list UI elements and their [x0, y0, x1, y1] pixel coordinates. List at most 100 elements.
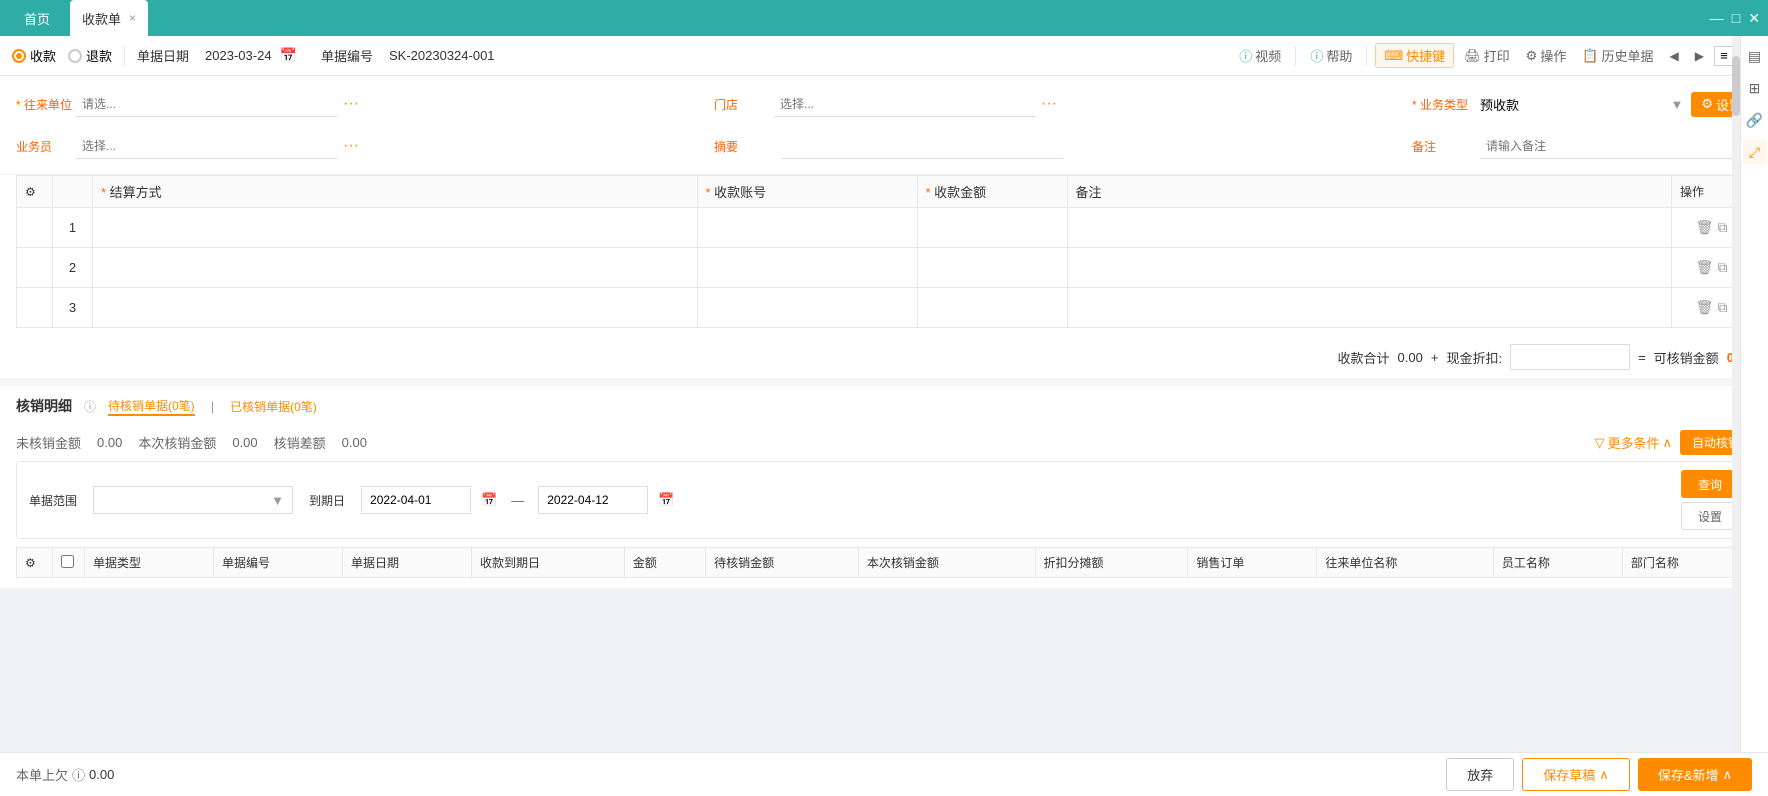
footer-info-icon[interactable]: ⓘ — [72, 765, 85, 784]
row-amount-3[interactable] — [917, 288, 1067, 328]
radio-shoukuan[interactable]: 收款 — [12, 46, 56, 65]
select-all-checkbox[interactable] — [61, 555, 74, 568]
maximize-btn[interactable]: □ — [1732, 10, 1740, 27]
current-label: 本次核销金额 — [138, 433, 216, 452]
sales-field: 业务员 ··· — [16, 133, 365, 159]
row-remark-3[interactable] — [1067, 288, 1672, 328]
scrollbar-track[interactable] — [1732, 36, 1740, 752]
store-input[interactable] — [774, 91, 1035, 117]
date-picker-icon[interactable]: 📅 — [280, 47, 297, 64]
account-input-3[interactable] — [698, 288, 917, 327]
calendar-from-icon[interactable]: 📅 — [481, 492, 497, 508]
row-seq-2: 2 — [53, 248, 93, 288]
divider-1 — [124, 46, 125, 66]
nav-left-btn[interactable]: ◀ — [1664, 47, 1685, 65]
sidebar-icon-2[interactable]: ⊞ — [1743, 76, 1767, 100]
summary-input[interactable] — [782, 133, 1063, 159]
minimize-btn[interactable]: — — [1710, 10, 1724, 27]
hexiao-info-icon[interactable]: ⓘ — [84, 398, 96, 415]
col-settings[interactable]: ⚙ — [17, 176, 53, 208]
video-btn[interactable]: ⓘ 视频 — [1233, 44, 1287, 67]
delete-btn-3[interactable]: 🗑 — [1696, 299, 1714, 316]
row-remark-2[interactable] — [1067, 248, 1672, 288]
remark-input-2[interactable] — [1068, 248, 1672, 287]
save-draft-btn[interactable]: 保存草稿 ∧ — [1522, 758, 1630, 791]
counterparty-more-btn[interactable]: ··· — [337, 95, 365, 113]
remark-label: 备注 — [1412, 138, 1472, 155]
discount-input[interactable] — [1510, 344, 1630, 370]
account-input-1[interactable] — [698, 208, 917, 247]
bottom-col-amount: 金额 — [624, 548, 705, 578]
tab-active[interactable]: 收款单 × — [70, 0, 148, 36]
tab-close-btn[interactable]: × — [129, 11, 136, 25]
store-more-btn[interactable]: ··· — [1035, 95, 1063, 113]
view-list-btn[interactable]: ≡ — [1714, 46, 1734, 66]
copy-btn-1[interactable]: ⧉ — [1717, 219, 1727, 236]
more-conditions-btn[interactable]: ▽ 更多条件 ∧ — [1594, 433, 1672, 452]
delete-btn-1[interactable]: 🗑 — [1696, 219, 1714, 236]
biz-type-arrow[interactable]: ▼ — [1670, 97, 1683, 112]
row-remark-1[interactable] — [1067, 208, 1672, 248]
remark-input[interactable] — [1480, 133, 1752, 159]
delete-btn-2[interactable]: 🗑 — [1696, 259, 1714, 276]
save-new-btn[interactable]: 保存&新增 ∧ — [1638, 758, 1752, 791]
calendar-to-icon[interactable]: 📅 — [658, 492, 674, 508]
print-label: 打印 — [1484, 46, 1510, 65]
abandon-btn[interactable]: 放弃 — [1446, 758, 1514, 791]
scrollbar-thumb[interactable] — [1732, 56, 1740, 116]
video-label: 视频 — [1255, 46, 1281, 65]
bottom-col-settings[interactable]: ⚙ — [17, 548, 53, 578]
account-input-2[interactable] — [698, 248, 917, 287]
amount-input-1[interactable] — [918, 208, 1067, 247]
bottom-col-number: 单据编号 — [213, 548, 342, 578]
row-expand — [17, 248, 53, 288]
print-btn[interactable]: 🖨 打印 — [1458, 44, 1516, 67]
settlement-input-2[interactable] — [93, 248, 697, 287]
row-amount-2[interactable] — [917, 248, 1067, 288]
copy-btn-2[interactable]: ⧉ — [1717, 259, 1727, 276]
amount-input-2[interactable] — [918, 248, 1067, 287]
row-account-1[interactable] — [697, 208, 917, 248]
bottom-col-checkbox[interactable] — [53, 548, 85, 578]
history-btn[interactable]: 📋 历史单据 — [1576, 44, 1659, 67]
sidebar-icon-1[interactable]: ▤ — [1743, 44, 1767, 68]
settlement-input-3[interactable] — [93, 288, 697, 327]
sidebar-icon-4[interactable]: ⤢ — [1743, 140, 1767, 164]
nav-right-btn[interactable]: ▶ — [1689, 47, 1710, 65]
chevron-up-icon: ∧ — [1662, 435, 1672, 451]
sales-more-btn[interactable]: ··· — [337, 137, 365, 155]
operate-btn[interactable]: ⚙ 操作 — [1520, 44, 1573, 67]
amount-input-3[interactable] — [918, 288, 1067, 327]
remark-input-3[interactable] — [1068, 288, 1672, 327]
radio-tuikuan[interactable]: 退款 — [68, 46, 112, 65]
hexiao-settings-btn[interactable]: 设置 — [1681, 502, 1739, 530]
sidebar-icon-3[interactable]: 🔗 — [1743, 108, 1767, 132]
settlement-input-1[interactable] — [93, 208, 697, 247]
hexiao-tab-pending[interactable]: 待核销单据(0笔) — [108, 397, 195, 416]
range-select[interactable]: ▼ — [93, 486, 293, 514]
tab-home[interactable]: 首页 — [8, 0, 66, 36]
counterparty-input[interactable] — [76, 91, 337, 117]
main-table: ⚙ 结算方式 收款账号 收款金额 备注 操作 1 — [16, 175, 1752, 328]
row-settlement-1[interactable] — [93, 208, 698, 248]
footer: 本单上欠 ⓘ 0.00 放弃 保存草稿 ∧ 保存&新增 ∧ — [0, 752, 1768, 796]
help-btn[interactable]: ⓘ 帮助 — [1304, 44, 1358, 67]
row-account-3[interactable] — [697, 288, 917, 328]
sales-input[interactable] — [76, 133, 337, 159]
close-btn[interactable]: ✕ — [1748, 10, 1760, 27]
hexiao-tab-done[interactable]: 已核销单据(0笔) — [230, 398, 317, 415]
remark-input-1[interactable] — [1068, 208, 1672, 247]
due-from-input[interactable] — [361, 486, 471, 514]
row-settlement-3[interactable] — [93, 288, 698, 328]
shortcut-btn[interactable]: ⌨ 快捷键 — [1375, 43, 1454, 68]
operate-label: 操作 — [1540, 46, 1566, 65]
due-to-input[interactable] — [538, 486, 648, 514]
query-btn[interactable]: 查询 — [1681, 470, 1739, 498]
plus-sign: + — [1431, 350, 1439, 365]
copy-btn-3[interactable]: ⧉ — [1717, 299, 1727, 316]
counterparty-label: 往来单位 — [16, 96, 76, 113]
row-amount-1[interactable] — [917, 208, 1067, 248]
row-account-2[interactable] — [697, 248, 917, 288]
divider-3 — [1366, 46, 1367, 66]
row-settlement-2[interactable] — [93, 248, 698, 288]
